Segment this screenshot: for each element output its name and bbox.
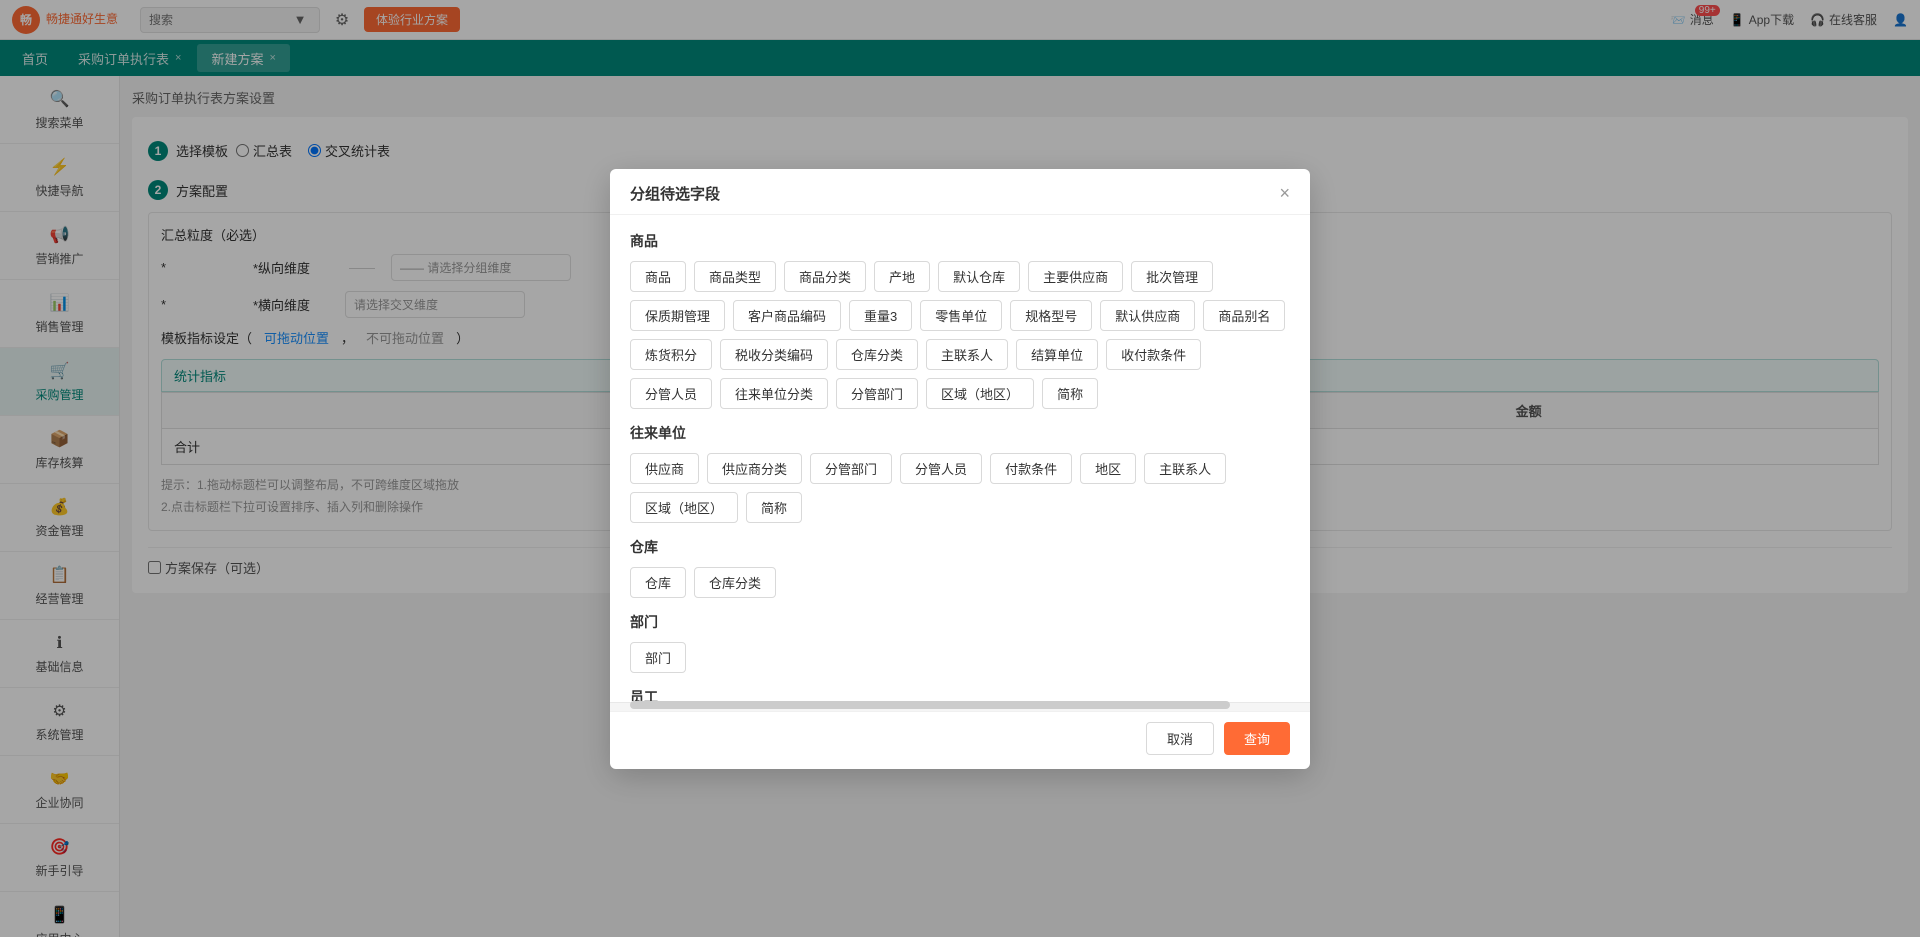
section-title-goods: 商品 [630,231,1290,251]
modal-body: 商品 商品 商品类型 商品分类 产地 默认仓库 主要供应商 批次管理 保质期管理… [610,215,1310,702]
field-tag-goods-0[interactable]: 商品 [630,261,686,292]
field-tag-goods-18[interactable]: 结算单位 [1016,339,1098,370]
field-tag-wh-1[interactable]: 仓库分类 [694,567,776,598]
field-tag-goods-21[interactable]: 往来单位分类 [720,378,828,409]
field-tag-goods-12[interactable]: 默认供应商 [1100,300,1195,331]
field-tag-goods-3[interactable]: 产地 [874,261,930,292]
field-tag-goods-6[interactable]: 批次管理 [1131,261,1213,292]
field-select-modal: 分组待选字段 × 商品 商品 商品类型 商品分类 产地 默认仓库 主要供应商 批… [610,169,1310,769]
modal-header: 分组待选字段 × [610,169,1310,215]
modal-overlay: 分组待选字段 × 商品 商品 商品类型 商品分类 产地 默认仓库 主要供应商 批… [0,0,1920,937]
fields-grid-counterpart: 供应商 供应商分类 分管部门 分管人员 付款条件 地区 主联系人 区域（地区） … [630,453,1290,523]
field-tag-cp-1[interactable]: 供应商分类 [707,453,802,484]
field-tag-goods-5[interactable]: 主要供应商 [1028,261,1123,292]
field-tag-goods-1[interactable]: 商品类型 [694,261,776,292]
field-tag-goods-20[interactable]: 分管人员 [630,378,712,409]
field-tag-goods-16[interactable]: 仓库分类 [836,339,918,370]
field-tag-goods-19[interactable]: 收付款条件 [1106,339,1201,370]
field-tag-goods-9[interactable]: 重量3 [849,300,912,331]
confirm-button[interactable]: 查询 [1224,722,1290,755]
field-tag-cp-0[interactable]: 供应商 [630,453,699,484]
section-title-warehouse: 仓库 [630,537,1290,557]
field-tag-cp-6[interactable]: 主联系人 [1144,453,1226,484]
field-tag-goods-2[interactable]: 商品分类 [784,261,866,292]
field-tag-cp-2[interactable]: 分管部门 [810,453,892,484]
modal-scrollbar[interactable] [610,702,1310,711]
fields-grid-department: 部门 [630,642,1290,673]
field-tag-goods-7[interactable]: 保质期管理 [630,300,725,331]
field-tag-cp-5[interactable]: 地区 [1080,453,1136,484]
field-tag-wh-0[interactable]: 仓库 [630,567,686,598]
field-tag-cp-7[interactable]: 区域（地区） [630,492,738,523]
scroll-thumb [630,701,1230,709]
field-tag-cp-3[interactable]: 分管人员 [900,453,982,484]
modal-close-btn[interactable]: × [1279,184,1290,202]
field-tag-goods-17[interactable]: 主联系人 [926,339,1008,370]
fields-grid-goods: 商品 商品类型 商品分类 产地 默认仓库 主要供应商 批次管理 保质期管理 客户… [630,261,1290,409]
field-tag-goods-22[interactable]: 分管部门 [836,378,918,409]
modal-title: 分组待选字段 [630,183,720,204]
section-title-department: 部门 [630,612,1290,632]
field-tag-goods-10[interactable]: 零售单位 [920,300,1002,331]
field-tag-cp-8[interactable]: 简称 [746,492,802,523]
field-tag-dept-0[interactable]: 部门 [630,642,686,673]
field-tag-goods-14[interactable]: 炼货积分 [630,339,712,370]
field-tag-goods-13[interactable]: 商品别名 [1203,300,1285,331]
field-tag-goods-24[interactable]: 简称 [1042,378,1098,409]
field-tag-goods-15[interactable]: 税收分类编码 [720,339,828,370]
field-tag-goods-23[interactable]: 区域（地区） [926,378,1034,409]
field-tag-goods-8[interactable]: 客户商品编码 [733,300,841,331]
field-tag-goods-11[interactable]: 规格型号 [1010,300,1092,331]
section-title-counterpart: 往来单位 [630,423,1290,443]
fields-grid-warehouse: 仓库 仓库分类 [630,567,1290,598]
field-tag-goods-4[interactable]: 默认仓库 [938,261,1020,292]
field-tag-cp-4[interactable]: 付款条件 [990,453,1072,484]
section-title-employee: 员工 [630,687,1290,702]
modal-footer: 取消 查询 [610,711,1310,769]
cancel-button[interactable]: 取消 [1146,722,1214,755]
